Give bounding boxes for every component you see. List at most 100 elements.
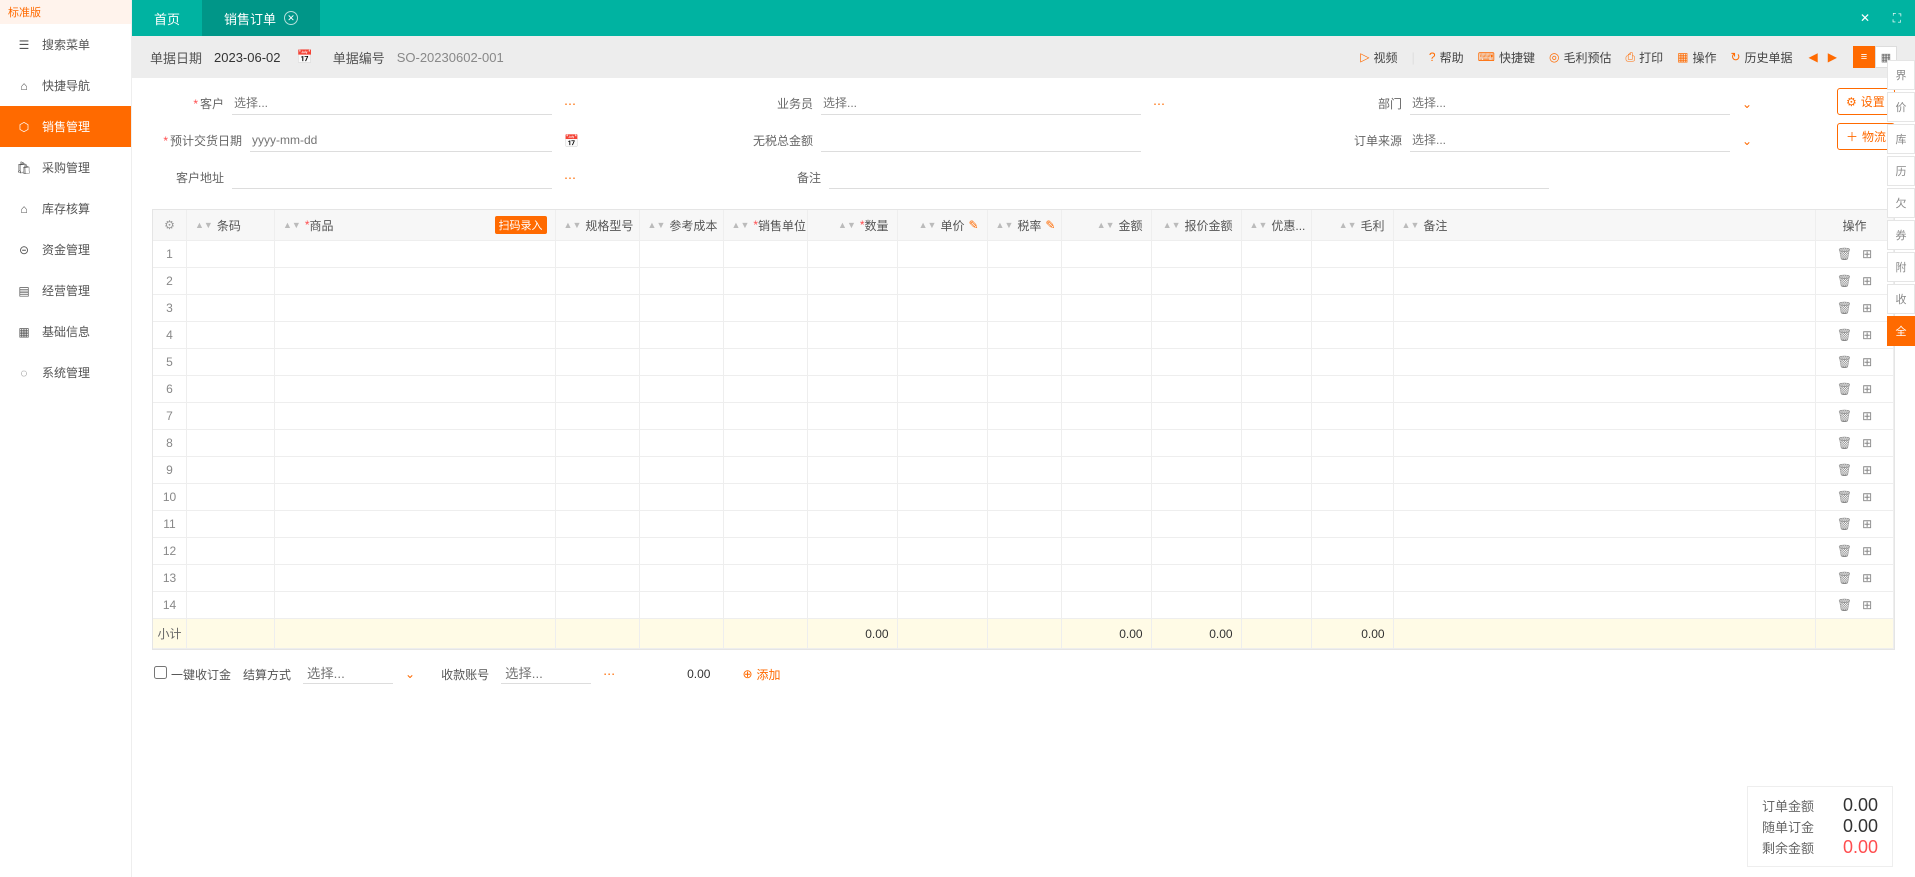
cell-barcode[interactable] bbox=[187, 241, 275, 267]
cell-amount[interactable] bbox=[1062, 484, 1152, 510]
rail-item[interactable]: 收 bbox=[1887, 284, 1915, 314]
cell-taxrate[interactable] bbox=[988, 430, 1062, 456]
delete-row-icon[interactable]: 🗑 bbox=[1837, 463, 1852, 477]
cell-spec[interactable] bbox=[556, 511, 640, 537]
cell-taxrate[interactable] bbox=[988, 241, 1062, 267]
chevron-down-icon[interactable]: ⌄ bbox=[405, 667, 415, 681]
delete-row-icon[interactable]: 🗑 bbox=[1837, 571, 1852, 585]
cell-product[interactable] bbox=[275, 349, 556, 375]
cell-taxrate[interactable] bbox=[988, 403, 1062, 429]
cell-barcode[interactable] bbox=[187, 457, 275, 483]
sort-icon[interactable]: ▲▼ bbox=[1402, 222, 1420, 229]
cell-profit[interactable] bbox=[1312, 511, 1394, 537]
table-row[interactable]: 8🗑⊞ bbox=[153, 430, 1894, 457]
cell-cost[interactable] bbox=[640, 430, 724, 456]
rail-item[interactable]: 界 bbox=[1887, 60, 1915, 90]
cell-barcode[interactable] bbox=[187, 322, 275, 348]
cell-discount[interactable] bbox=[1242, 403, 1312, 429]
sort-icon[interactable]: ▲▼ bbox=[919, 222, 937, 229]
cell-product[interactable] bbox=[275, 511, 556, 537]
cell-discount[interactable] bbox=[1242, 322, 1312, 348]
cell-price[interactable] bbox=[898, 565, 988, 591]
add-row-icon[interactable]: ⊞ bbox=[1862, 571, 1872, 585]
operate-link[interactable]: ▦操作 bbox=[1677, 49, 1716, 66]
cell-qty[interactable] bbox=[808, 376, 898, 402]
cell-amount[interactable] bbox=[1062, 511, 1152, 537]
cell-barcode[interactable] bbox=[187, 376, 275, 402]
calendar-icon[interactable]: 📅 bbox=[297, 49, 313, 65]
address-input[interactable] bbox=[232, 166, 552, 189]
table-row[interactable]: 7🗑⊞ bbox=[153, 403, 1894, 430]
table-row[interactable]: 3🗑⊞ bbox=[153, 295, 1894, 322]
cell-amount[interactable] bbox=[1062, 241, 1152, 267]
cell-cost[interactable] bbox=[640, 376, 724, 402]
cell-spec[interactable] bbox=[556, 295, 640, 321]
cell-remark[interactable] bbox=[1394, 430, 1816, 456]
salesman-input[interactable] bbox=[821, 92, 1141, 115]
cell-unit[interactable] bbox=[724, 592, 808, 618]
cell-spec[interactable] bbox=[556, 565, 640, 591]
cell-qty[interactable] bbox=[808, 511, 898, 537]
cell-spec[interactable] bbox=[556, 457, 640, 483]
sidebar-item-report[interactable]: ▤经营管理 bbox=[0, 270, 131, 311]
add-row-icon[interactable]: ⊞ bbox=[1862, 517, 1872, 531]
add-row-icon[interactable]: ⊞ bbox=[1862, 274, 1872, 288]
sort-icon[interactable]: ▲▼ bbox=[1250, 222, 1268, 229]
print-link[interactable]: ⎙打印 bbox=[1625, 49, 1663, 66]
cell-unit[interactable] bbox=[724, 322, 808, 348]
cell-remark[interactable] bbox=[1394, 295, 1816, 321]
cell-product[interactable] bbox=[275, 295, 556, 321]
history-link[interactable]: ↻历史单据 bbox=[1730, 49, 1792, 66]
source-input[interactable] bbox=[1410, 129, 1730, 152]
cell-spec[interactable] bbox=[556, 241, 640, 267]
fullscreen-icon[interactable]: ⛶ bbox=[1883, 4, 1911, 32]
scan-badge[interactable]: 扫码录入 bbox=[495, 216, 547, 234]
cell-remark[interactable] bbox=[1394, 268, 1816, 294]
cell-cost[interactable] bbox=[640, 565, 724, 591]
delete-row-icon[interactable]: 🗑 bbox=[1837, 247, 1852, 261]
cell-cost[interactable] bbox=[640, 403, 724, 429]
cell-cost[interactable] bbox=[640, 511, 724, 537]
customer-input[interactable] bbox=[232, 92, 552, 115]
cell-discount[interactable] bbox=[1242, 349, 1312, 375]
cell-profit[interactable] bbox=[1312, 241, 1394, 267]
add-row-icon[interactable]: ⊞ bbox=[1862, 463, 1872, 477]
table-row[interactable]: 2🗑⊞ bbox=[153, 268, 1894, 295]
cell-qty[interactable] bbox=[808, 322, 898, 348]
add-row-icon[interactable]: ⊞ bbox=[1862, 301, 1872, 315]
cell-product[interactable] bbox=[275, 403, 556, 429]
rail-item[interactable]: 历 bbox=[1887, 156, 1915, 186]
sidebar-item-warehouse[interactable]: ⌂库存核算 bbox=[0, 188, 131, 229]
cell-amount[interactable] bbox=[1062, 565, 1152, 591]
cell-amount[interactable] bbox=[1062, 538, 1152, 564]
cell-discount[interactable] bbox=[1242, 268, 1312, 294]
cell-cost[interactable] bbox=[640, 241, 724, 267]
cell-unit[interactable] bbox=[724, 511, 808, 537]
notax-input[interactable] bbox=[821, 129, 1141, 152]
cell-listprice[interactable] bbox=[1152, 511, 1242, 537]
cell-barcode[interactable] bbox=[187, 511, 275, 537]
next-record-icon[interactable]: ▶ bbox=[1826, 50, 1839, 64]
cell-spec[interactable] bbox=[556, 376, 640, 402]
cell-profit[interactable] bbox=[1312, 430, 1394, 456]
cell-product[interactable] bbox=[275, 430, 556, 456]
account-select[interactable] bbox=[501, 664, 591, 684]
cell-profit[interactable] bbox=[1312, 565, 1394, 591]
rail-item[interactable]: 全 bbox=[1887, 316, 1915, 346]
add-row-icon[interactable]: ⊞ bbox=[1862, 247, 1872, 261]
cell-qty[interactable] bbox=[808, 484, 898, 510]
table-row[interactable]: 12🗑⊞ bbox=[153, 538, 1894, 565]
cell-spec[interactable] bbox=[556, 484, 640, 510]
sort-icon[interactable]: ▲▼ bbox=[648, 222, 666, 229]
cell-amount[interactable] bbox=[1062, 349, 1152, 375]
table-row[interactable]: 6🗑⊞ bbox=[153, 376, 1894, 403]
cell-price[interactable] bbox=[898, 322, 988, 348]
cell-cost[interactable] bbox=[640, 538, 724, 564]
cell-price[interactable] bbox=[898, 241, 988, 267]
delete-row-icon[interactable]: 🗑 bbox=[1837, 517, 1852, 531]
table-row[interactable]: 4🗑⊞ bbox=[153, 322, 1894, 349]
tabs-close-all[interactable]: ✕ bbox=[1851, 4, 1879, 32]
cell-unit[interactable] bbox=[724, 565, 808, 591]
video-link[interactable]: ▷视频 bbox=[1360, 49, 1397, 66]
sort-icon[interactable]: ▲▼ bbox=[732, 222, 750, 229]
